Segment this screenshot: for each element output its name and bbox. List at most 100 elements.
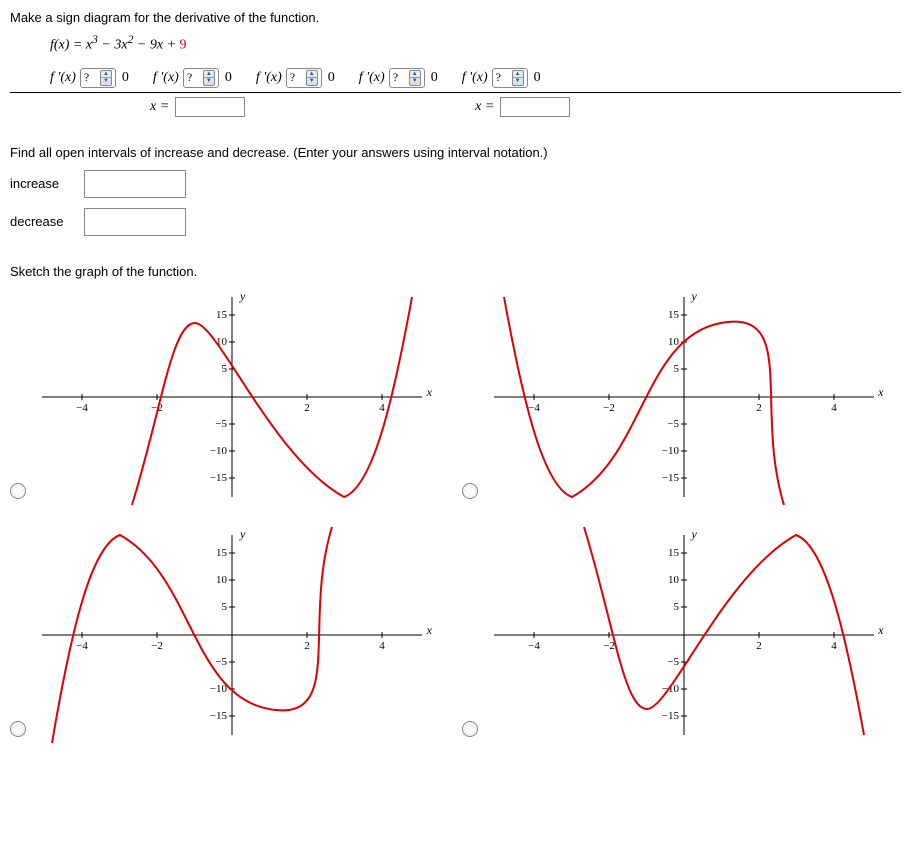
graph-a: y x −4 −2 2 4 5 10 15 −5 −10 −15 — [32, 287, 432, 507]
svg-text:−5: −5 — [215, 418, 227, 430]
sign-select-4[interactable]: ? ▲▼ — [389, 68, 425, 88]
svg-text:−10: −10 — [210, 445, 228, 457]
graph-options-grid: y x −4 −2 2 4 5 10 15 −5 −10 −15 — [10, 287, 901, 745]
svg-text:−15: −15 — [661, 472, 679, 484]
fprime-label: f '(x) — [153, 70, 179, 86]
svg-text:2: 2 — [304, 640, 310, 652]
y-axis-label: y — [240, 527, 245, 542]
svg-text:−10: −10 — [210, 683, 228, 695]
y-axis-label: y — [692, 289, 697, 304]
svg-text:4: 4 — [379, 640, 385, 652]
svg-text:4: 4 — [831, 640, 837, 652]
svg-text:−5: −5 — [215, 656, 227, 668]
svg-text:2: 2 — [756, 640, 762, 652]
svg-text:10: 10 — [668, 574, 680, 586]
fprime-label: f '(x) — [462, 70, 488, 86]
decrease-input[interactable] — [84, 208, 186, 236]
y-axis-label: y — [692, 527, 697, 542]
radio-c[interactable] — [10, 721, 26, 737]
svg-text:−15: −15 — [210, 472, 228, 484]
graph-d: y x −4 −2 2 4 5 10 15 −5 −10 −15 — [484, 525, 884, 745]
svg-text:−15: −15 — [661, 710, 679, 722]
x-equals-row: x = x = — [10, 93, 901, 117]
decrease-label: decrease — [10, 214, 70, 229]
increase-row: increase — [10, 170, 901, 198]
x-axis-label: x — [878, 385, 883, 400]
svg-text:−5: −5 — [667, 418, 679, 430]
fprime-label: f '(x) — [359, 70, 385, 86]
graph-option-b: y x −4 −2 2 4 5 10 15 −5 −10 −15 — [462, 287, 902, 507]
zero-label: 0 — [328, 70, 335, 86]
svg-text:2: 2 — [304, 402, 310, 414]
sign-select-1[interactable]: ? ▲▼ — [80, 68, 116, 88]
svg-text:5: 5 — [222, 601, 228, 613]
fprime-label: f '(x) — [50, 70, 76, 86]
stepper-icon[interactable]: ▲▼ — [306, 70, 318, 86]
svg-text:15: 15 — [216, 547, 228, 559]
graph-option-c: y x −4 −2 2 4 5 10 15 −5 −10 −15 — [10, 525, 450, 745]
radio-d[interactable] — [462, 721, 478, 737]
svg-text:15: 15 — [668, 547, 680, 559]
svg-text:−4: −4 — [528, 402, 540, 414]
svg-text:−2: −2 — [151, 640, 163, 652]
svg-text:15: 15 — [668, 309, 680, 321]
increase-input[interactable] — [84, 170, 186, 198]
radio-a[interactable] — [10, 483, 26, 499]
zero-label: 0 — [122, 70, 129, 86]
sign-cell-3: f '(x) ? ▲▼ 0 — [256, 68, 335, 88]
svg-text:15: 15 — [216, 309, 228, 321]
sign-select-2[interactable]: ? ▲▼ — [183, 68, 219, 88]
increase-label: increase — [10, 176, 70, 191]
svg-text:4: 4 — [831, 402, 837, 414]
svg-text:2: 2 — [756, 402, 762, 414]
svg-text:5: 5 — [673, 363, 679, 375]
zero-label: 0 — [534, 70, 541, 86]
svg-text:−5: −5 — [667, 656, 679, 668]
sign-cell-4: f '(x) ? ▲▼ 0 — [359, 68, 438, 88]
svg-text:5: 5 — [673, 601, 679, 613]
zero-label: 0 — [225, 70, 232, 86]
graph-option-d: y x −4 −2 2 4 5 10 15 −5 −10 −15 — [462, 525, 902, 745]
x-equals-label: x = — [150, 99, 169, 115]
x-axis-label: x — [427, 385, 432, 400]
x-axis-label: x — [427, 623, 432, 638]
prompt-sign-diagram: Make a sign diagram for the derivative o… — [10, 10, 901, 25]
fprime-label: f '(x) — [256, 70, 282, 86]
stepper-icon[interactable]: ▲▼ — [100, 70, 112, 86]
svg-text:−4: −4 — [528, 640, 540, 652]
sign-cell-1: f '(x) ? ▲▼ 0 — [50, 68, 129, 88]
function-definition: f(x) = x3 − 3x2 − 9x + 9 — [50, 33, 901, 54]
svg-text:−10: −10 — [661, 445, 679, 457]
stepper-icon[interactable]: ▲▼ — [409, 70, 421, 86]
x-value-input-2[interactable] — [500, 97, 570, 117]
graph-c: y x −4 −2 2 4 5 10 15 −5 −10 −15 — [32, 525, 432, 745]
svg-text:10: 10 — [216, 574, 228, 586]
prompt-intervals: Find all open intervals of increase and … — [10, 145, 901, 160]
radio-b[interactable] — [462, 483, 478, 499]
svg-text:−2: −2 — [603, 402, 615, 414]
x-value-input-1[interactable] — [175, 97, 245, 117]
svg-text:4: 4 — [379, 402, 385, 414]
x-equals-label: x = — [475, 99, 494, 115]
sign-select-5[interactable]: ? ▲▼ — [492, 68, 528, 88]
sign-cell-2: f '(x) ? ▲▼ 0 — [153, 68, 232, 88]
decrease-row: decrease — [10, 208, 901, 236]
svg-text:10: 10 — [668, 336, 680, 348]
sign-diagram-row: f '(x) ? ▲▼ 0 f '(x) ? ▲▼ 0 f '(x) ? ▲▼ … — [10, 66, 901, 93]
y-axis-label: y — [240, 289, 245, 304]
stepper-icon[interactable]: ▲▼ — [512, 70, 524, 86]
svg-text:5: 5 — [222, 363, 228, 375]
svg-text:−15: −15 — [210, 710, 228, 722]
svg-text:−4: −4 — [76, 402, 88, 414]
svg-text:−2: −2 — [603, 640, 615, 652]
prompt-sketch: Sketch the graph of the function. — [10, 264, 901, 279]
stepper-icon[interactable]: ▲▼ — [203, 70, 215, 86]
graph-option-a: y x −4 −2 2 4 5 10 15 −5 −10 −15 — [10, 287, 450, 507]
svg-text:10: 10 — [216, 336, 228, 348]
sign-cell-5: f '(x) ? ▲▼ 0 — [462, 68, 541, 88]
sign-select-3[interactable]: ? ▲▼ — [286, 68, 322, 88]
zero-label: 0 — [431, 70, 438, 86]
svg-text:−4: −4 — [76, 640, 88, 652]
graph-b: y x −4 −2 2 4 5 10 15 −5 −10 −15 — [484, 287, 884, 507]
x-axis-label: x — [878, 623, 883, 638]
